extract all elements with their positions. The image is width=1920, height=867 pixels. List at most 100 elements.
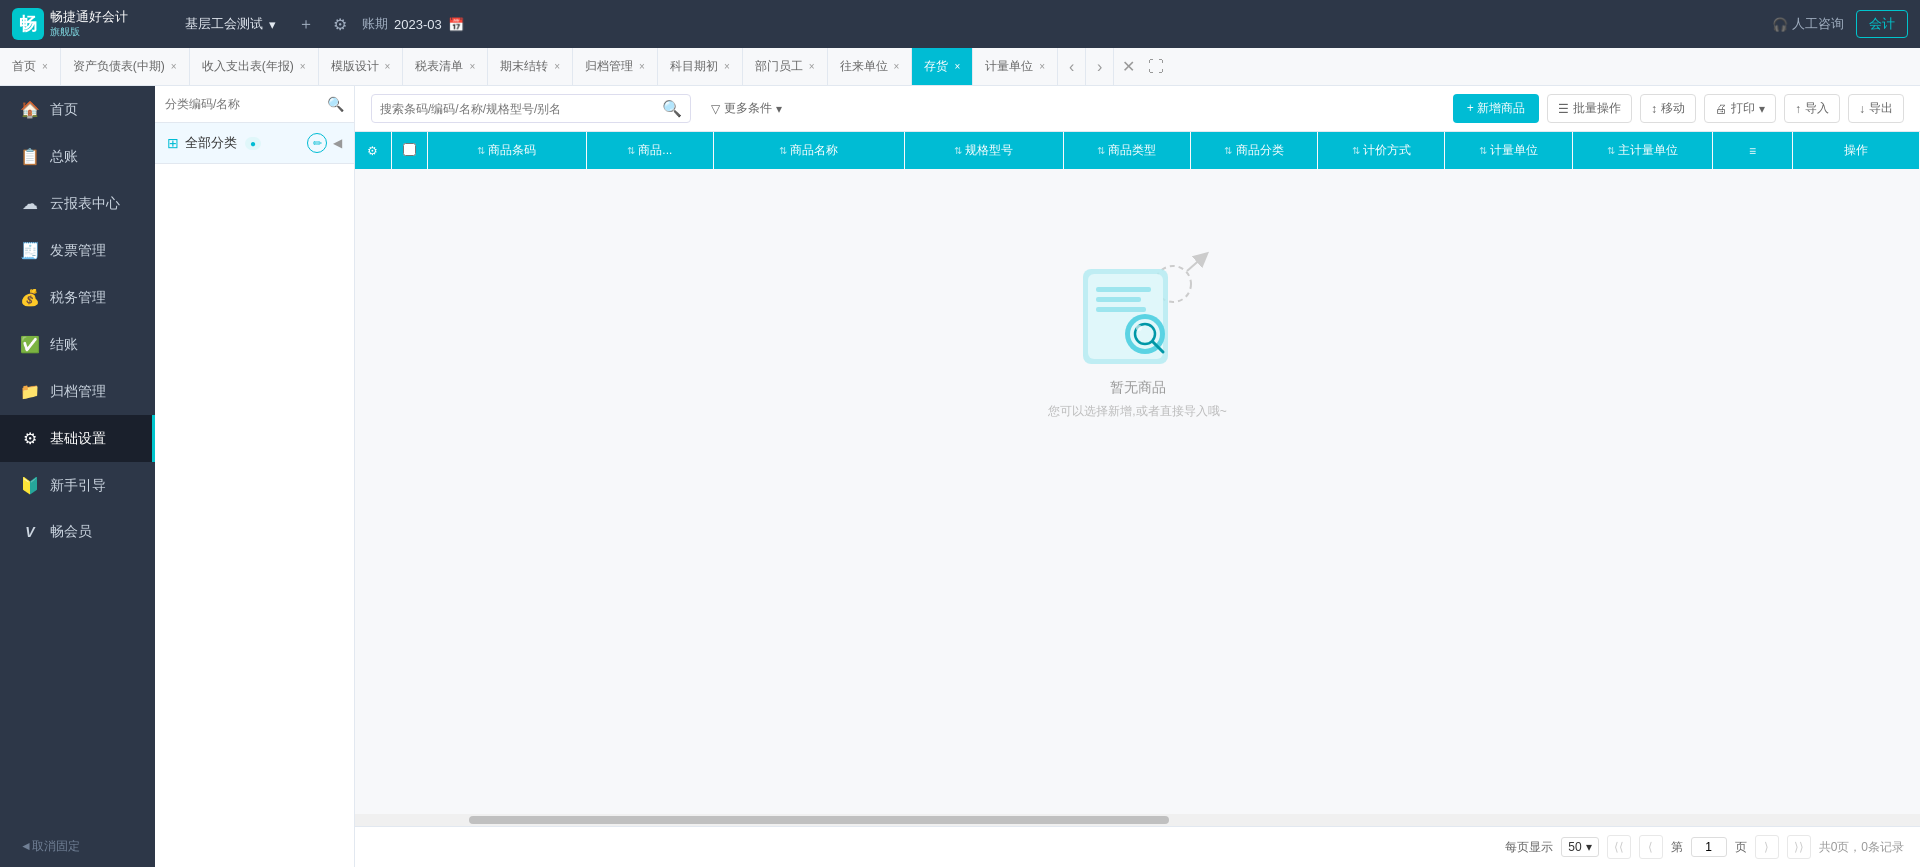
page-input[interactable]	[1691, 837, 1727, 857]
category-edit-button[interactable]: ✏	[307, 133, 327, 153]
select-all-checkbox[interactable]	[403, 143, 416, 156]
panel-collapse-button[interactable]: ◀	[333, 136, 342, 150]
sidebar-item-checkout[interactable]: ✅ 结账	[0, 321, 155, 368]
tab-unit[interactable]: 计量单位 ×	[973, 48, 1058, 86]
tab-expand-button[interactable]: ⛶	[1142, 48, 1170, 86]
sidebar-item-invoice-label: 发票管理	[50, 242, 106, 260]
tab-balance-sheet-close[interactable]: ×	[171, 61, 177, 72]
sidebar-item-home[interactable]: 🏠 首页	[0, 86, 155, 133]
tab-period-end-close[interactable]: ×	[554, 61, 560, 72]
last-page-button[interactable]: ⟩⟩	[1787, 835, 1811, 859]
sidebar-item-ledger[interactable]: 📋 总账	[0, 133, 155, 180]
th-checkbox[interactable]	[391, 132, 427, 169]
tab-archive-close[interactable]: ×	[639, 61, 645, 72]
scrollbar-thumb[interactable]	[469, 816, 1169, 824]
batch-button[interactable]: ☰ 批量操作	[1547, 94, 1632, 123]
import-button[interactable]: ↑ 导入	[1784, 94, 1840, 123]
tab-contacts[interactable]: 往来单位 ×	[828, 48, 913, 86]
top-header: 畅 畅捷通好会计 旗舰版 基层工会测试 ▾ ＋ ⚙ 账期 2023-03 📅 🎧…	[0, 0, 1920, 48]
svg-rect-4	[1096, 287, 1151, 292]
search-icon[interactable]: 🔍	[662, 99, 682, 118]
logo-title: 畅捷通好会计	[50, 9, 128, 26]
empty-illustration	[1063, 229, 1213, 379]
horizontal-scrollbar[interactable]	[355, 814, 1920, 826]
th-barcode[interactable]: ⇅ 商品条码	[427, 132, 586, 169]
tab-contacts-close[interactable]: ×	[894, 61, 900, 72]
first-page-button[interactable]: ⟨⟨	[1607, 835, 1631, 859]
th-type[interactable]: ⇅ 商品类型	[1063, 132, 1190, 169]
account-button[interactable]: 会计	[1856, 10, 1908, 38]
next-page-button[interactable]: ⟩	[1755, 835, 1779, 859]
tab-department-close[interactable]: ×	[809, 61, 815, 72]
tab-inventory-close[interactable]: ×	[954, 61, 960, 72]
settings-button[interactable]: ⚙	[328, 12, 352, 36]
tab-balance-sheet[interactable]: 资产负债表(中期) ×	[61, 48, 190, 86]
th-extra[interactable]: ≡	[1713, 132, 1793, 169]
export-button[interactable]: ↓ 导出	[1848, 94, 1904, 123]
filter-button[interactable]: ▽ 更多条件 ▾	[703, 96, 790, 121]
tab-template-close[interactable]: ×	[385, 61, 391, 72]
total-records: 共0页，0条记录	[1819, 839, 1904, 856]
category-search-input[interactable]	[165, 97, 321, 111]
tab-income-close[interactable]: ×	[300, 61, 306, 72]
add-company-button[interactable]: ＋	[294, 12, 318, 36]
th-name[interactable]: ⇅ 商品名称	[713, 132, 904, 169]
tab-department[interactable]: 部门员工 ×	[743, 48, 828, 86]
move-button[interactable]: ↕ 移动	[1640, 94, 1696, 123]
tab-tax[interactable]: 税表清单 ×	[403, 48, 488, 86]
tab-department-label: 部门员工	[755, 58, 803, 75]
tab-close-all-button[interactable]: ✕	[1114, 48, 1142, 86]
logo-sub: 旗舰版	[50, 25, 128, 39]
tab-home[interactable]: 首页 ×	[0, 48, 61, 86]
th-price-mode[interactable]: ⇅ 计价方式	[1318, 132, 1445, 169]
tab-inventory[interactable]: 存货 ×	[912, 48, 973, 86]
content-area: 🔍 ⊞ 全部分类 ● ✏ ◀ 🔍	[155, 86, 1920, 867]
tab-tax-close[interactable]: ×	[469, 61, 475, 72]
th-main-unit[interactable]: ⇅ 主计量单位	[1572, 132, 1713, 169]
th-model[interactable]: ⇅ 规格型号	[904, 132, 1063, 169]
left-panel-search-area: 🔍	[155, 86, 354, 123]
sidebar-item-invoice[interactable]: 🧾 发票管理	[0, 227, 155, 274]
sidebar-item-guide[interactable]: 🔰 新手引导	[0, 462, 155, 509]
th-settings[interactable]: ⚙	[355, 132, 391, 169]
service-button[interactable]: 🎧 人工咨询	[1772, 15, 1844, 33]
service-label: 人工咨询	[1792, 15, 1844, 33]
product-search-input[interactable]	[380, 102, 656, 116]
tab-home-close[interactable]: ×	[42, 61, 48, 72]
logo-area: 畅 畅捷通好会计 旗舰版	[12, 8, 167, 40]
tab-template[interactable]: 模版设计 ×	[319, 48, 404, 86]
batch-label: 批量操作	[1573, 100, 1621, 117]
tab-subject-label: 科目期初	[670, 58, 718, 75]
sidebar-item-basic[interactable]: ⚙ 基础设置	[0, 415, 155, 462]
sidebar-item-cloud[interactable]: ☁ 云报表中心	[0, 180, 155, 227]
th-unit[interactable]: ⇅ 计量单位	[1445, 132, 1572, 169]
category-tag: ●	[245, 137, 261, 150]
category-search-icon[interactable]: 🔍	[327, 96, 344, 112]
sidebar-item-archive[interactable]: 📁 归档管理	[0, 368, 155, 415]
tab-archive[interactable]: 归档管理 ×	[573, 48, 658, 86]
sidebar-item-archive-label: 归档管理	[50, 383, 106, 401]
per-page-select[interactable]: 50 ▾	[1561, 837, 1598, 857]
th-code[interactable]: ⇅ 商品...	[586, 132, 713, 169]
print-button[interactable]: 🖨 打印 ▾	[1704, 94, 1776, 123]
sidebar-item-tax[interactable]: 💰 税务管理	[0, 274, 155, 321]
tab-subject-close[interactable]: ×	[724, 61, 730, 72]
empty-svg	[1063, 229, 1213, 379]
main-layout: 🏠 首页 📋 总账 ☁ 云报表中心 🧾 发票管理 💰 税务管理 ✅ 结账 📁 归…	[0, 86, 1920, 867]
toolbar: 🔍 ▽ 更多条件 ▾ + 新增商品 ☰ 批量操作 ↕	[355, 86, 1920, 132]
th-category[interactable]: ⇅ 商品分类	[1190, 132, 1317, 169]
sidebar-item-member[interactable]: V 畅会员	[0, 509, 155, 555]
add-product-button[interactable]: + 新增商品	[1453, 94, 1539, 123]
tab-unit-close[interactable]: ×	[1039, 61, 1045, 72]
tab-income[interactable]: 收入支出表(年报) ×	[190, 48, 319, 86]
calendar-icon[interactable]: 📅	[448, 17, 464, 32]
tab-prev-button[interactable]: ‹	[1058, 48, 1086, 86]
print-icon: 🖨	[1715, 102, 1727, 116]
prev-page-button[interactable]: ⟨	[1639, 835, 1663, 859]
tab-subject[interactable]: 科目期初 ×	[658, 48, 743, 86]
tab-next-button[interactable]: ›	[1086, 48, 1114, 86]
tab-unit-label: 计量单位	[985, 58, 1033, 75]
company-selector[interactable]: 基层工会测试 ▾	[177, 11, 284, 37]
tab-period-end[interactable]: 期末结转 ×	[488, 48, 573, 86]
sidebar-unpin-button[interactable]: ◄取消固定	[0, 826, 155, 867]
